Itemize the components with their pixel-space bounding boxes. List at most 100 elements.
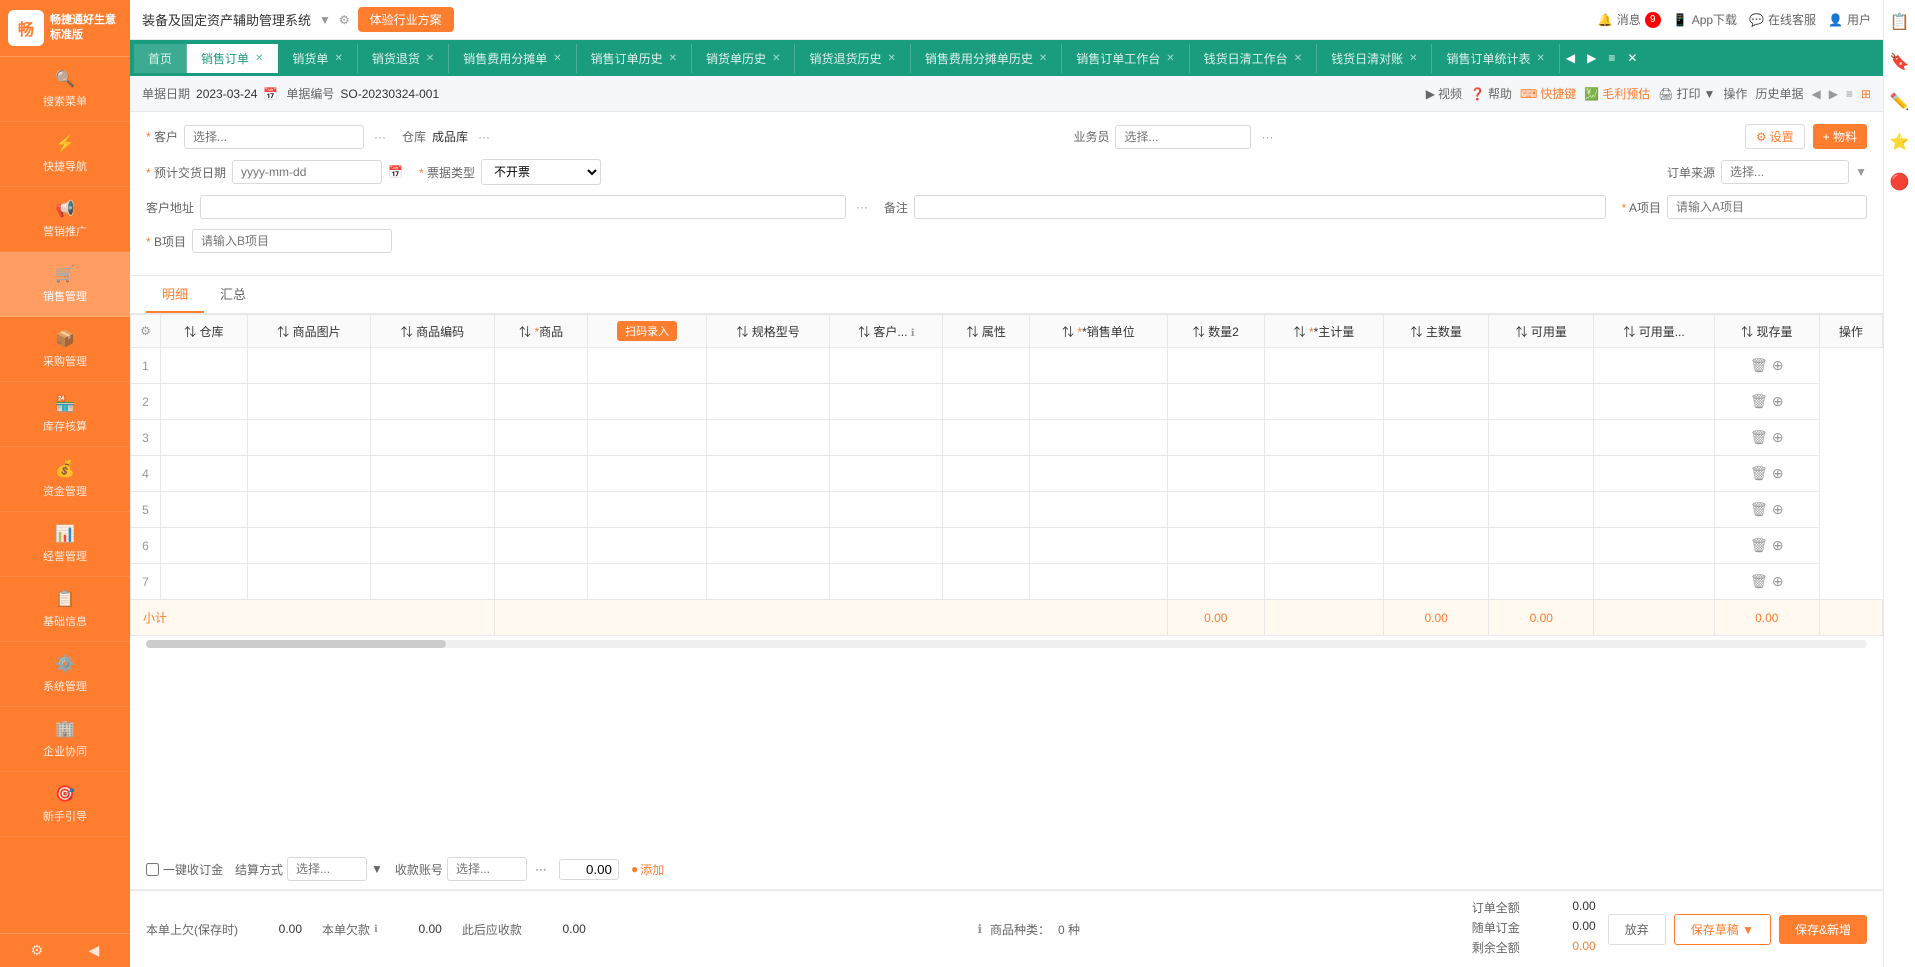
- sidebar-item-enterprise[interactable]: 🏢 企业协同: [0, 707, 130, 772]
- delivery-date-input[interactable]: [232, 160, 382, 184]
- shortcut-btn[interactable]: ⌨ 快捷键: [1520, 85, 1576, 102]
- account-input[interactable]: [447, 857, 527, 881]
- tab-history[interactable]: 销售订单历史 ✕: [577, 44, 692, 73]
- scan-btn[interactable]: 扫码录入: [617, 321, 677, 341]
- row-delete-btn[interactable]: 🗑: [1750, 573, 1768, 590]
- sidebar-item-basic[interactable]: 📋 基础信息: [0, 577, 130, 642]
- one-click-checkbox-input[interactable]: [146, 863, 159, 876]
- notification-btn[interactable]: 🔔 消息 9: [1598, 11, 1661, 28]
- sidebar-item-guide[interactable]: 🎯 新手引导: [0, 772, 130, 837]
- discard-btn[interactable]: 放弃: [1608, 914, 1666, 945]
- row-delete-btn[interactable]: 🗑: [1750, 537, 1768, 554]
- row-copy-btn[interactable]: ⊕: [1772, 429, 1784, 446]
- sidebar-item-sales[interactable]: 🛒 销售管理: [0, 252, 130, 317]
- detail-tab-huizong[interactable]: 汇总: [204, 276, 262, 313]
- row-copy-btn[interactable]: ⊕: [1772, 501, 1784, 518]
- sidebar-item-marketing[interactable]: 📢 营销推广: [0, 187, 130, 252]
- tab-home[interactable]: 首页: [134, 44, 187, 73]
- th-product[interactable]: ⇅ *商品: [494, 315, 588, 348]
- toolbar-nav-next[interactable]: ▶: [1829, 87, 1838, 101]
- tab-return-hist[interactable]: 销货退货历史 ✕: [795, 44, 910, 73]
- customer-input[interactable]: [184, 125, 364, 149]
- th-product-code[interactable]: ⇅ 商品编码: [371, 315, 495, 348]
- row-delete-btn[interactable]: 🗑: [1750, 357, 1768, 374]
- add-payment-btn[interactable]: ● 添加: [631, 861, 664, 878]
- th-product-img[interactable]: ⇅ 商品图片: [247, 315, 371, 348]
- a-project-input[interactable]: [1667, 195, 1867, 219]
- th-main-qty[interactable]: ⇅ 主数量: [1384, 315, 1489, 348]
- tab-stats-close[interactable]: ✕: [1537, 53, 1545, 64]
- online-service-btn[interactable]: 💬 在线客服: [1749, 11, 1816, 28]
- right-panel-btn-1[interactable]: 📋: [1886, 8, 1914, 36]
- tab-workbench-close[interactable]: ✕: [1166, 53, 1174, 64]
- settings-icon[interactable]: ⚙: [339, 13, 350, 27]
- invoice-type-select[interactable]: 不开票: [481, 159, 601, 185]
- b-project-input[interactable]: [192, 229, 392, 253]
- row-copy-btn[interactable]: ⊕: [1772, 357, 1784, 374]
- tab-fee-close[interactable]: ✕: [553, 53, 561, 64]
- row-copy-btn[interactable]: ⊕: [1772, 573, 1784, 590]
- row-copy-btn[interactable]: ⊕: [1772, 393, 1784, 410]
- toolbar-grid-toggle[interactable]: ⊞: [1861, 87, 1871, 101]
- tab-menu-btn[interactable]: ≡: [1602, 47, 1621, 69]
- sidebar-item-operations[interactable]: 📊 经营管理: [0, 512, 130, 577]
- account-dots[interactable]: ···: [535, 862, 547, 876]
- tab-reconcile[interactable]: 钱货日清对账 ✕: [1317, 44, 1432, 73]
- tab-daily[interactable]: 钱货日清工作台 ✕: [1190, 44, 1317, 73]
- th-attr[interactable]: ⇅ 属性: [943, 315, 1030, 348]
- help-btn[interactable]: ❓ 帮助: [1470, 85, 1512, 102]
- sidebar-item-purchase[interactable]: 📦 采购管理: [0, 317, 130, 382]
- customer-address-input[interactable]: [200, 195, 846, 219]
- sidebar-item-quicknav[interactable]: ⚡ 快捷导航: [0, 122, 130, 187]
- tab-prev-btn[interactable]: ◀: [1560, 47, 1581, 69]
- tab-sales-order-close[interactable]: ✕: [255, 53, 263, 64]
- print-btn[interactable]: 🖨 打印 ▼: [1658, 85, 1715, 102]
- row-copy-btn[interactable]: ⊕: [1772, 537, 1784, 554]
- one-click-checkbox[interactable]: 一键收订金: [146, 861, 223, 878]
- solution-btn[interactable]: 体验行业方案: [358, 7, 454, 32]
- order-source-chevron[interactable]: ▼: [1855, 165, 1867, 179]
- sidebar-item-finance[interactable]: 💰 资金管理: [0, 447, 130, 512]
- tab-return[interactable]: 销货退货 ✕: [358, 44, 449, 73]
- calendar-icon[interactable]: 📅: [263, 87, 278, 101]
- add-item-btn[interactable]: + 物料: [1813, 124, 1867, 149]
- calendar2-icon[interactable]: 📅: [388, 165, 403, 179]
- row-delete-btn[interactable]: 🗑: [1750, 429, 1768, 446]
- tab-history-close[interactable]: ✕: [669, 53, 677, 64]
- order-source-input[interactable]: [1721, 160, 1849, 184]
- th-gear[interactable]: ⚙: [131, 315, 161, 348]
- horizontal-scrollbar[interactable]: [146, 640, 1867, 648]
- row-delete-btn[interactable]: 🗑: [1750, 393, 1768, 410]
- tab-stats[interactable]: 销售订单统计表 ✕: [1432, 44, 1559, 73]
- customer-dots[interactable]: ···: [374, 130, 386, 144]
- salesperson-input[interactable]: [1115, 125, 1251, 149]
- sidebar-item-system[interactable]: ⚙️ 系统管理: [0, 642, 130, 707]
- th-available[interactable]: ⇅ 可用量: [1489, 315, 1594, 348]
- tab-return-hist-close[interactable]: ✕: [887, 53, 895, 64]
- toolbar-nav-prev[interactable]: ◀: [1811, 87, 1820, 101]
- tab-close-all-btn[interactable]: ✕: [1621, 47, 1643, 69]
- sidebar-settings-btn[interactable]: ⚙: [31, 942, 44, 959]
- payment-method-input[interactable]: [287, 857, 367, 881]
- video-btn[interactable]: ▶ 视频: [1426, 85, 1462, 102]
- tab-fee[interactable]: 销售费用分摊单 ✕: [449, 44, 576, 73]
- tab-sales-order[interactable]: 销售订单 ✕: [187, 44, 278, 73]
- sidebar-collapse-btn[interactable]: ◀: [89, 942, 100, 959]
- user-avatar[interactable]: 👤 用户: [1828, 11, 1871, 28]
- tab-sales-hist[interactable]: 销货单历史 ✕: [692, 44, 795, 73]
- toolbar-view-toggle[interactable]: ≡: [1846, 87, 1853, 101]
- remark-input[interactable]: [914, 195, 1606, 219]
- th-customer-code[interactable]: ⇅ 客户... ℹ: [830, 315, 943, 348]
- address-dots[interactable]: ···: [856, 200, 868, 214]
- right-panel-btn-5[interactable]: 🔴: [1886, 168, 1914, 196]
- row-delete-btn[interactable]: 🗑: [1750, 465, 1768, 482]
- history-btn[interactable]: 历史单据: [1755, 85, 1803, 102]
- tab-fee-hist[interactable]: 销售费用分摊单历史 ✕: [911, 44, 1062, 73]
- app-download-btn[interactable]: 📱 App下载: [1673, 11, 1737, 28]
- profit-btn[interactable]: 💹 毛利预估: [1584, 85, 1650, 102]
- tab-daily-close[interactable]: ✕: [1294, 53, 1302, 64]
- detail-tab-mingxi[interactable]: 明细: [146, 276, 204, 313]
- th-qty2[interactable]: ⇅ 数量2: [1167, 315, 1264, 348]
- sidebar-item-search[interactable]: 🔍 搜索菜单: [0, 57, 130, 122]
- row-delete-btn[interactable]: 🗑: [1750, 501, 1768, 518]
